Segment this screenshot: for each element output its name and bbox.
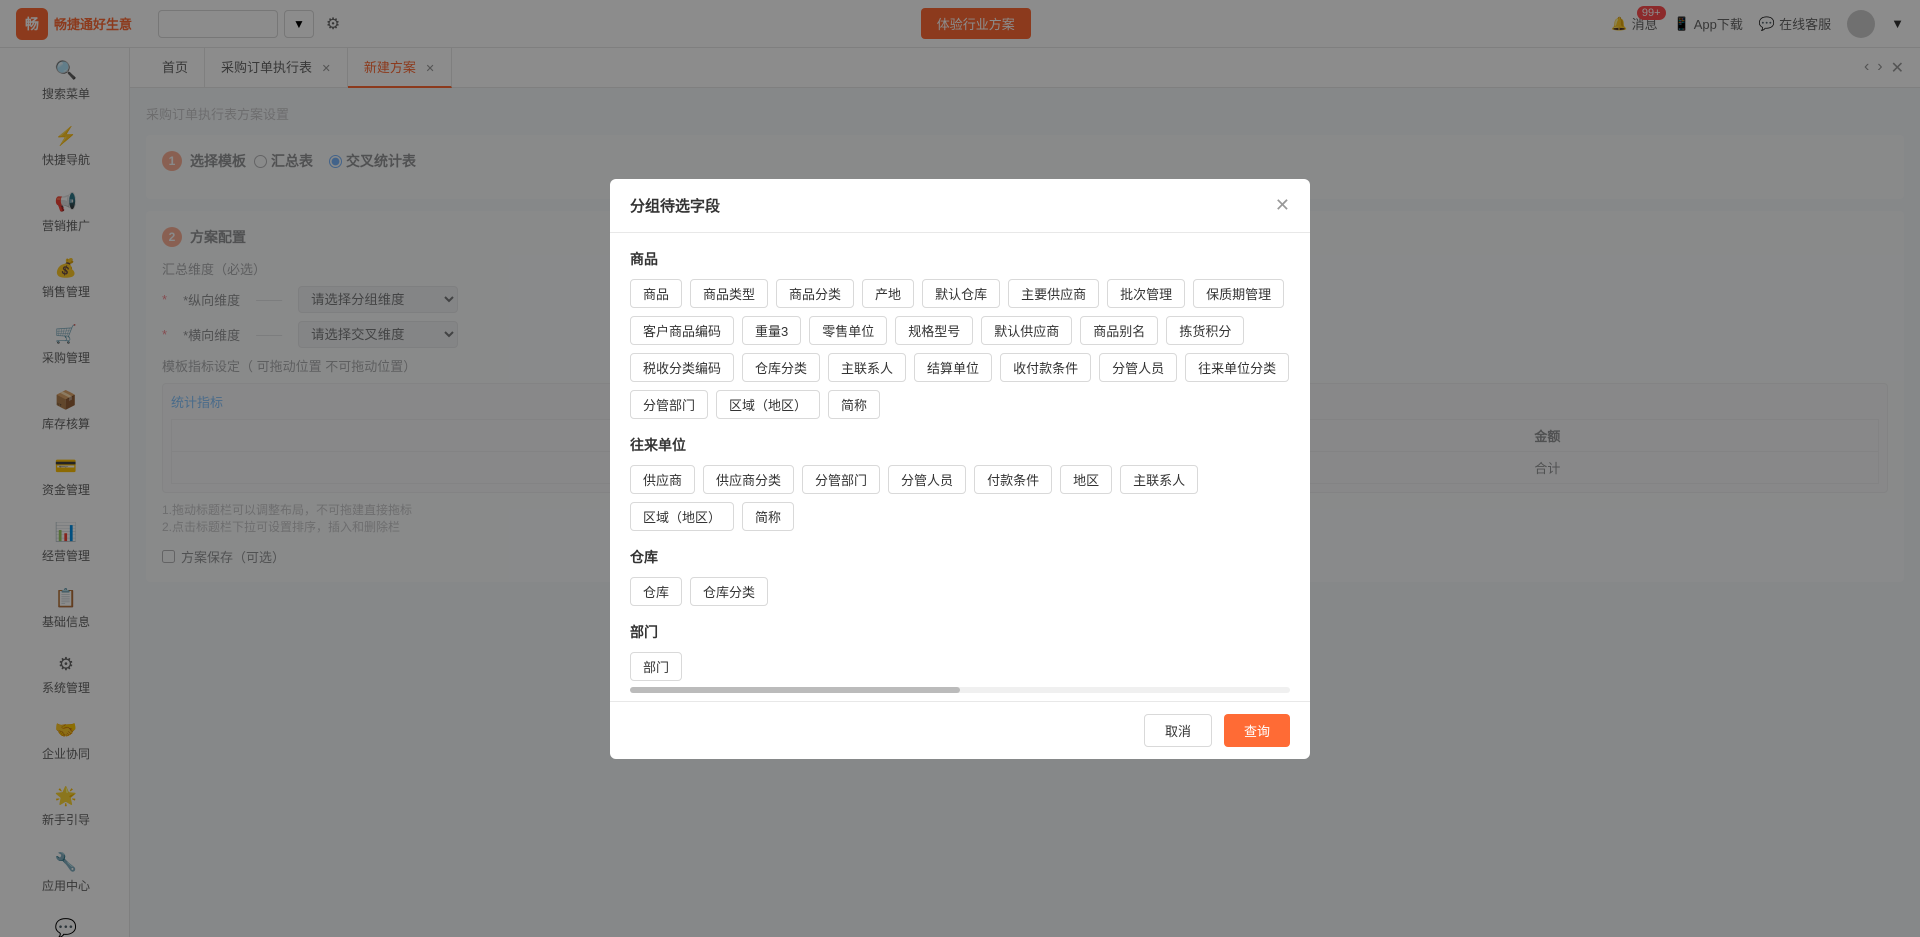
field-section-往来单位: 往来单位供应商供应商分类分管部门分管人员付款条件地区主联系人区域（地区） 简称 — [630, 435, 1290, 531]
field-tag[interactable]: 默认仓库 — [922, 279, 1000, 308]
field-section-title: 往来单位 — [630, 435, 1290, 455]
modal-header: 分组待选字段 ✕ — [610, 179, 1310, 233]
field-tag[interactable]: 拣货积分 — [1166, 316, 1244, 345]
modal-scrollbar[interactable] — [630, 687, 1290, 692]
field-section-title: 仓库 — [630, 547, 1290, 567]
field-tag[interactable]: 商品类型 — [690, 279, 768, 308]
field-tag[interactable]: 默认供应商 — [981, 316, 1072, 345]
field-tag[interactable]: 重量3 — [742, 316, 801, 345]
field-section-商品: 商品商品商品类型商品分类产地默认仓库主要供应商批次管理保质期管理客户商品编码重量… — [630, 249, 1290, 419]
field-section-title: 部门 — [630, 622, 1290, 642]
modal-overlay: 分组待选字段 ✕ 商品商品商品类型商品分类产地默认仓库主要供应商批次管理保质期管… — [0, 0, 1920, 937]
field-tag[interactable]: 付款条件 — [974, 465, 1052, 494]
field-tags-往来单位: 供应商供应商分类分管部门分管人员付款条件地区主联系人区域（地区） 简称 — [630, 465, 1290, 531]
field-tag[interactable]: 主联系人 — [1120, 465, 1198, 494]
field-tag[interactable]: 仓库 — [630, 577, 682, 606]
modal-title: 分组待选字段 — [630, 195, 720, 216]
field-tag[interactable]: 仓库分类 — [690, 577, 768, 606]
field-tag[interactable]: 供应商 — [630, 465, 695, 494]
field-tag[interactable]: 收付款条件 — [1000, 353, 1091, 382]
field-tag[interactable]: 分管人员 — [888, 465, 966, 494]
field-tag[interactable]: 保质期管理 — [1193, 279, 1284, 308]
field-tags-仓库: 仓库仓库分类 — [630, 577, 1290, 606]
modal-footer: 取消 查询 — [610, 701, 1310, 759]
field-tag[interactable]: 仓库分类 — [742, 353, 820, 382]
field-tag[interactable]: 区域（地区） — [630, 502, 734, 531]
field-tag[interactable]: 商品分类 — [776, 279, 854, 308]
field-tag[interactable]: 客户商品编码 — [630, 316, 734, 345]
field-tag[interactable]: 结算单位 — [914, 353, 992, 382]
field-tag[interactable]: 部门 — [630, 652, 682, 681]
field-tag[interactable]: 批次管理 — [1107, 279, 1185, 308]
field-tag[interactable]: 主联系人 — [828, 353, 906, 382]
field-tag[interactable]: 产地 — [862, 279, 914, 308]
field-tag[interactable]: 地区 — [1060, 465, 1112, 494]
field-section-title: 商品 — [630, 249, 1290, 269]
field-tag[interactable]: 供应商分类 — [703, 465, 794, 494]
field-tag[interactable]: 主要供应商 — [1008, 279, 1099, 308]
field-tag[interactable]: 简称 — [742, 502, 794, 531]
field-tag[interactable]: 税收分类编码 — [630, 353, 734, 382]
field-tag[interactable]: 零售单位 — [809, 316, 887, 345]
field-tag[interactable]: 商品 — [630, 279, 682, 308]
field-section-仓库: 仓库仓库仓库分类 — [630, 547, 1290, 606]
modal-scroll-thumb — [630, 687, 960, 692]
cancel-button[interactable]: 取消 — [1144, 714, 1212, 747]
field-tag[interactable]: 分管部门 — [630, 390, 708, 419]
field-select-modal: 分组待选字段 ✕ 商品商品商品类型商品分类产地默认仓库主要供应商批次管理保质期管… — [610, 179, 1310, 759]
modal-close-btn[interactable]: ✕ — [1275, 195, 1290, 216]
field-section-部门: 部门部门 — [630, 622, 1290, 681]
field-tags-部门: 部门 — [630, 652, 1290, 681]
field-tag[interactable]: 简称 — [828, 390, 880, 419]
field-tag[interactable]: 区域（地区） — [716, 390, 820, 419]
field-tag[interactable]: 往来单位分类 — [1185, 353, 1289, 382]
modal-body: 商品商品商品类型商品分类产地默认仓库主要供应商批次管理保质期管理客户商品编码重量… — [610, 233, 1310, 688]
field-tags-商品: 商品商品类型商品分类产地默认仓库主要供应商批次管理保质期管理客户商品编码重量3 零… — [630, 279, 1290, 419]
field-tag[interactable]: 分管部门 — [802, 465, 880, 494]
field-tag[interactable]: 规格型号 — [895, 316, 973, 345]
confirm-button[interactable]: 查询 — [1224, 714, 1290, 747]
field-tag[interactable]: 分管人员 — [1099, 353, 1177, 382]
field-tag[interactable]: 商品别名 — [1080, 316, 1158, 345]
